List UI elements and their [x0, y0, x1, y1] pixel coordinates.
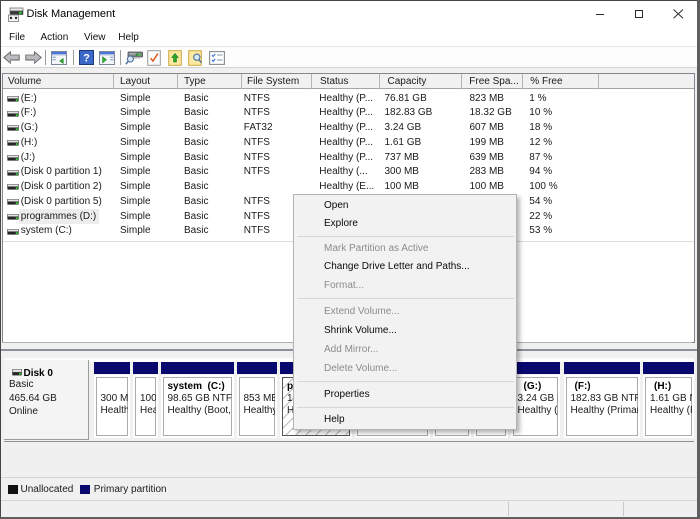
svg-text:?: ?: [83, 53, 90, 65]
